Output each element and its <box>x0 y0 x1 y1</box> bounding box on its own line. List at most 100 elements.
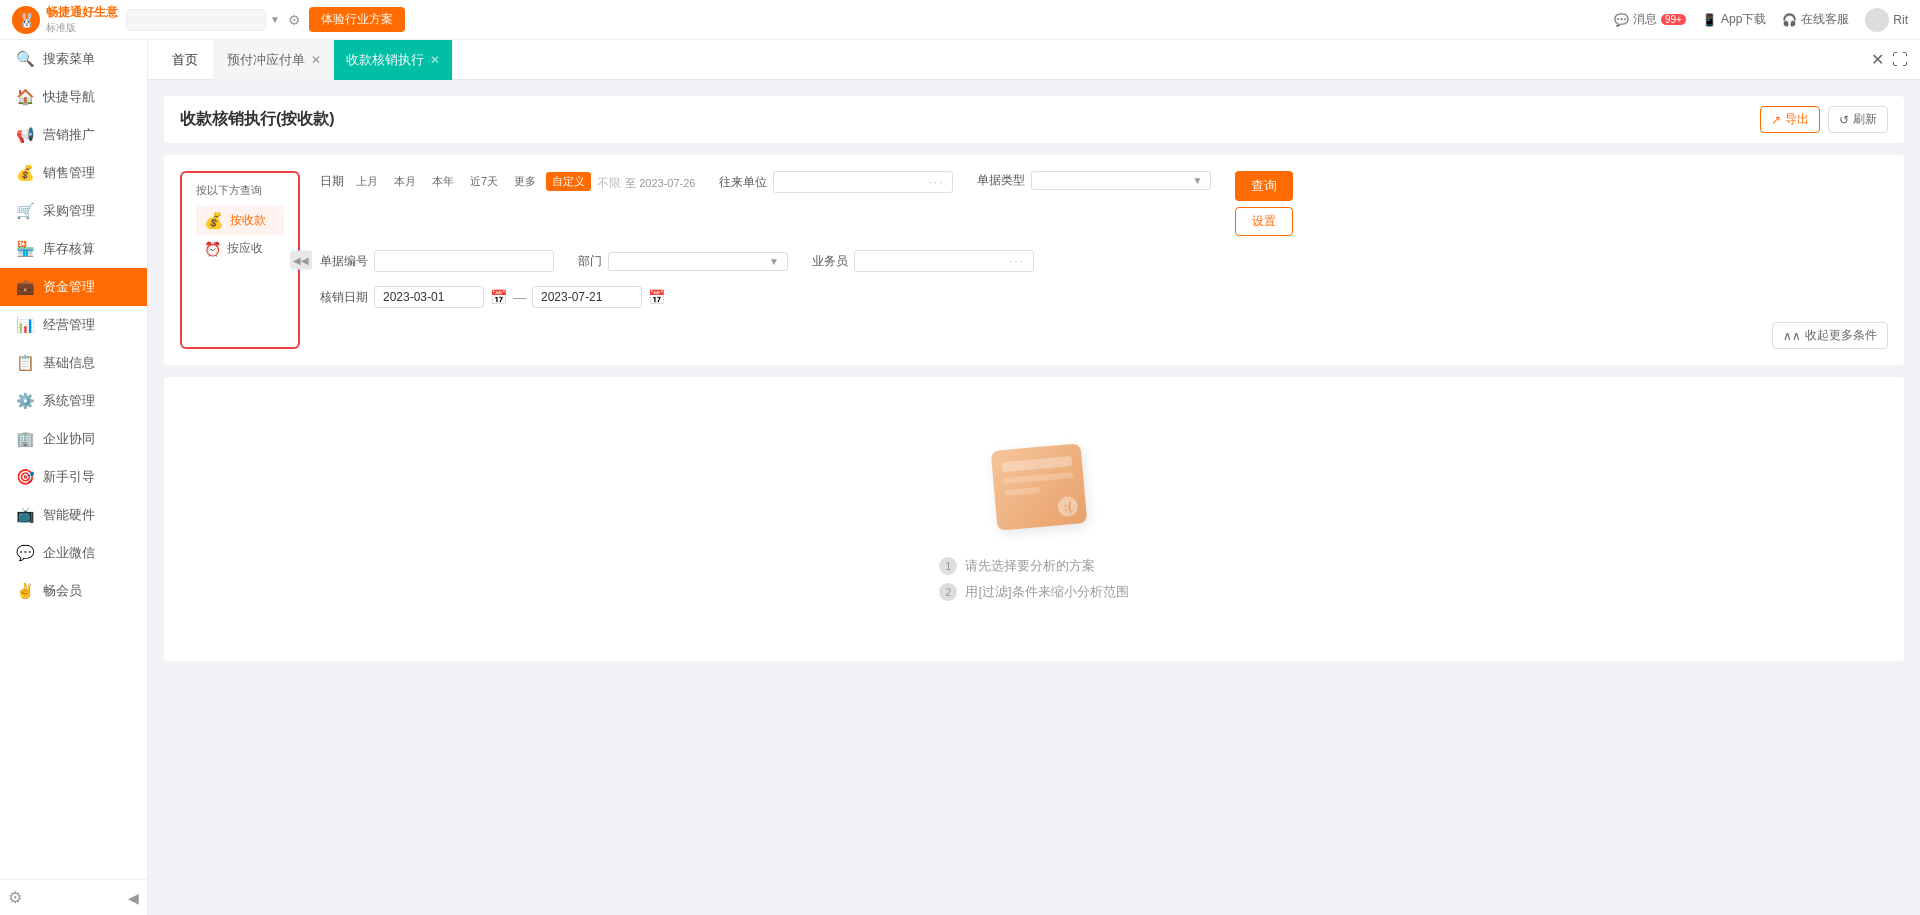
sidebar-item-label: 基础信息 <box>43 354 95 372</box>
filter-panel: 按以下方查询 💰 按收款 ⏰ 按应收 ◀◀ <box>164 155 1904 365</box>
sidebar-item-finance[interactable]: 💼 资金管理 <box>0 268 147 306</box>
filter-option-receipt[interactable]: 💰 按收款 <box>196 206 284 235</box>
sidebar-item-quick-nav[interactable]: 🏠 快捷导航 <box>0 78 147 116</box>
empty-box-line3 <box>1004 487 1040 496</box>
dept-select[interactable]: ▼ <box>608 252 788 271</box>
tab-receivable[interactable]: 收款核销执行 ✕ <box>334 40 453 80</box>
sidebar-item-enterprise[interactable]: 🏢 企业协同 <box>0 420 147 458</box>
logo-icon: 🐰 <box>12 6 40 34</box>
user-area[interactable]: Rit <box>1865 8 1908 32</box>
online-service-action[interactable]: 🎧 在线客服 <box>1782 11 1849 28</box>
industry-btn[interactable]: 体验行业方案 <box>309 7 405 32</box>
sidebar-item-sales[interactable]: 💰 销售管理 <box>0 154 147 192</box>
purchase-icon: 🛒 <box>16 202 35 220</box>
tab-home[interactable]: 首页 <box>156 40 215 80</box>
sidebar-item-label: 销售管理 <box>43 164 95 182</box>
finance-icon: 💼 <box>16 278 35 296</box>
sidebar-item-inventory[interactable]: 🏪 库存核算 <box>0 230 147 268</box>
doc-type-select[interactable]: ▼ <box>1031 171 1211 190</box>
btn-custom[interactable]: 自定义 <box>546 172 591 191</box>
header-left: 🐰 畅捷通好生意 标准版 ▼ ⚙ 体验行业方案 <box>12 4 405 35</box>
header-right: 💬 消息 99+ 📱 App下载 🎧 在线客服 Rit <box>1614 8 1908 32</box>
sidebar-settings-icon[interactable]: ⚙ <box>8 888 22 907</box>
sidebar-item-marketing[interactable]: 📢 营销推广 <box>0 116 147 154</box>
message-action[interactable]: 💬 消息 99+ <box>1614 11 1686 28</box>
settings-button[interactable]: 设置 <box>1235 207 1293 236</box>
empty-box-line <box>1002 456 1073 472</box>
sidebar-item-label: 营销推广 <box>43 126 95 144</box>
user-avatar <box>1865 8 1889 32</box>
collapse-more-button[interactable]: ∧∧ 收起更多条件 <box>1772 322 1888 349</box>
search-icon: 🔍 <box>16 50 35 68</box>
page-header: 收款核销执行(按收款) ↗ 导出 ↺ 刷新 <box>164 96 1904 143</box>
filter-row-3: 核销日期 📅 — 📅 <box>320 286 1888 308</box>
query-button[interactable]: 查询 <box>1235 171 1293 201</box>
tab-expand-icon[interactable]: ⛶ <box>1892 51 1908 69</box>
refresh-button[interactable]: ↺ 刷新 <box>1828 106 1888 133</box>
sidebar-item-purchase[interactable]: 🛒 采购管理 <box>0 192 147 230</box>
receivable-icon: ⏰ <box>204 241 221 257</box>
gear-icon[interactable]: ⚙ <box>288 12 301 28</box>
sidebar-item-label: 资金管理 <box>43 278 95 296</box>
filter-row-2: 单据编号 部门 ▼ 业务员 <box>320 250 1888 272</box>
filter-counterparty-field: 往来单位 ··· <box>719 171 953 193</box>
empty-hint-2: 2 用[过滤]条件来缩小分析范围 <box>939 583 1128 601</box>
sidebar-collapse-icon[interactable]: ◀ <box>128 890 139 906</box>
tab-close-active-icon[interactable]: ✕ <box>430 53 440 67</box>
marketing-icon: 📢 <box>16 126 35 144</box>
system-icon: ⚙️ <box>16 392 35 410</box>
empty-hint-1: 1 请先选择要分析的方案 <box>939 557 1128 575</box>
btn-more[interactable]: 更多 <box>508 172 542 191</box>
sidebar-item-system[interactable]: ⚙️ 系统管理 <box>0 382 147 420</box>
sidebar-item-vip[interactable]: ✌️ 畅会员 <box>0 572 147 610</box>
empty-illustration: :( <box>984 437 1084 537</box>
sidebar-item-management[interactable]: 📊 经营管理 <box>0 306 147 344</box>
inventory-icon: 🏪 <box>16 240 35 258</box>
tab-prepay[interactable]: 预付冲应付单 ✕ <box>215 40 334 80</box>
btn-curr-year[interactable]: 本年 <box>426 172 460 191</box>
salesman-input[interactable]: ··· <box>854 250 1034 272</box>
tab-close-icon[interactable]: ✕ <box>311 53 321 67</box>
empty-box-line2 <box>1003 472 1073 484</box>
query-settings-col: 查询 设置 <box>1235 171 1293 236</box>
page-title: 收款核销执行(按收款) <box>180 109 335 130</box>
management-icon: 📊 <box>16 316 35 334</box>
sidebar-item-label: 系统管理 <box>43 392 95 410</box>
counterparty-input[interactable]: ··· <box>773 171 953 193</box>
app-download-action[interactable]: 📱 App下载 <box>1702 11 1766 28</box>
doc-type-arrow-icon: ▼ <box>1193 175 1203 186</box>
sidebar-item-label: 新手引导 <box>43 468 95 486</box>
query-type-panel: 按以下方查询 💰 按收款 ⏰ 按应收 ◀◀ <box>180 171 300 349</box>
tab-close-all-icon[interactable]: ✕ <box>1871 50 1884 69</box>
btn-7days[interactable]: 近7天 <box>464 172 504 191</box>
verify-date-end-input[interactable] <box>532 286 642 308</box>
header-dropdown-arrow-icon[interactable]: ▼ <box>270 14 280 25</box>
sidebar-item-hardware[interactable]: 📺 智能硬件 <box>0 496 147 534</box>
empty-box-container: :( <box>984 437 1104 547</box>
phone-icon: 📱 <box>1702 13 1717 27</box>
verify-date-start-cal-icon[interactable]: 📅 <box>490 289 507 305</box>
sidebar-item-guide[interactable]: 🎯 新手引导 <box>0 458 147 496</box>
sidebar-item-basic-info[interactable]: 📋 基础信息 <box>0 344 147 382</box>
step-num-2: 2 <box>939 583 957 601</box>
verify-date-start-input[interactable] <box>374 286 484 308</box>
sidebar-item-label: 畅会员 <box>43 582 82 600</box>
logo-text: 畅捷通好生意 标准版 <box>46 4 118 35</box>
filter-collapse-button[interactable]: ◀◀ <box>290 251 312 270</box>
filter-doc-no-field: 单据编号 <box>320 250 554 272</box>
sidebar-item-label: 快捷导航 <box>43 88 95 106</box>
export-button[interactable]: ↗ 导出 <box>1760 106 1820 133</box>
sidebar-item-wechat[interactable]: 💬 企业微信 <box>0 534 147 572</box>
verify-date-end-cal-icon[interactable]: 📅 <box>648 289 665 305</box>
sidebar-item-label: 库存核算 <box>43 240 95 258</box>
step-num-1: 1 <box>939 557 957 575</box>
header-search-input[interactable] <box>126 9 266 31</box>
doc-no-input[interactable] <box>374 250 554 272</box>
btn-prev-month[interactable]: 上月 <box>350 172 384 191</box>
empty-box-shape: :( <box>991 443 1088 531</box>
sidebar-item-search-menu[interactable]: 🔍 搜索菜单 <box>0 40 147 78</box>
quick-nav-icon: 🏠 <box>16 88 35 106</box>
filter-option-receivable[interactable]: ⏰ 按应收 <box>196 235 284 262</box>
sidebar-item-label: 搜索菜单 <box>43 50 95 68</box>
btn-curr-month[interactable]: 本月 <box>388 172 422 191</box>
